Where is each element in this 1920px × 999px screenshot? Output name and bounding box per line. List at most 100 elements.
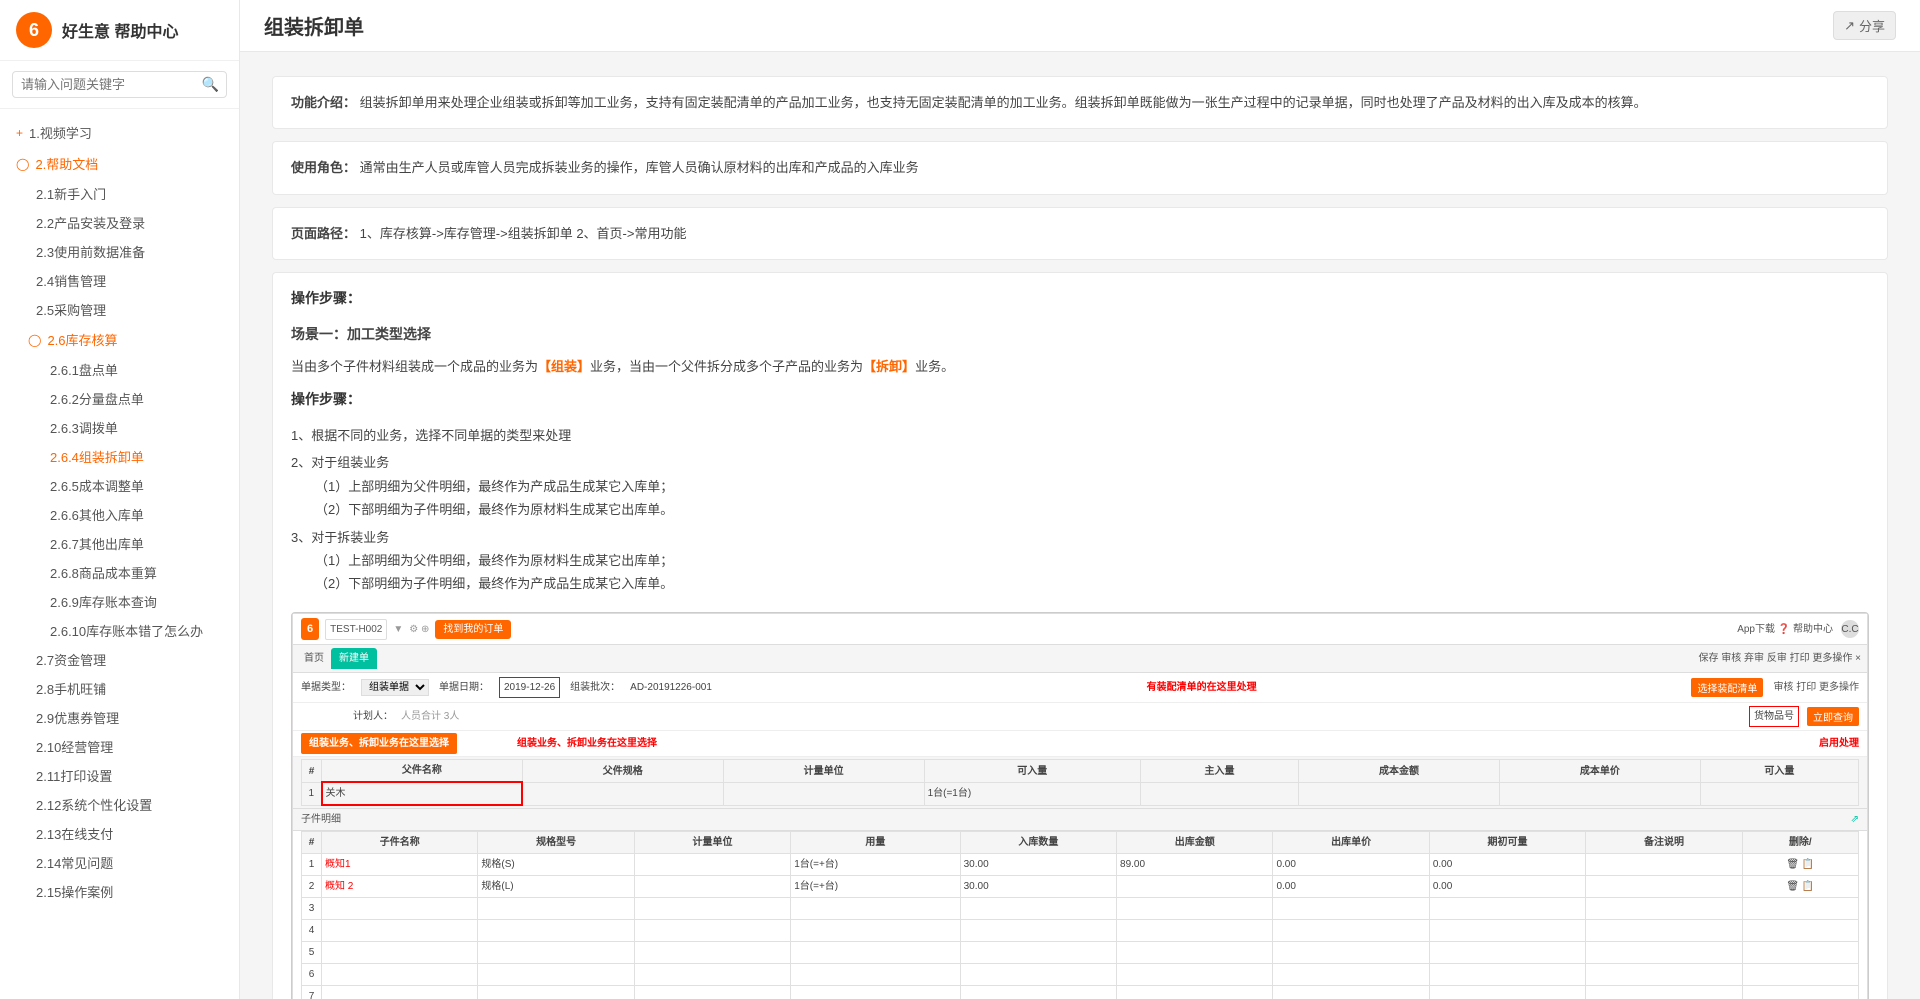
path-text: 1、库存核算->库存管理->组装拆卸单 2、首页->常用功能 (360, 226, 687, 241)
nav-sub-item-2-13[interactable]: 2.13在线支付 (0, 819, 239, 848)
mock-icons-area: ⚙ ⊕ (409, 621, 429, 638)
screenshot-container: 6 TEST-H002 ▼ ⚙ ⊕ 找到我的订单 App下载 ❓ 帮助中心 C.… (291, 612, 1869, 999)
ops-steps-subtitle: 操作步骤： (291, 388, 1869, 412)
logo-icon: 6 (16, 12, 52, 48)
mock-more-btn: 审核 打印 更多操作 (1773, 679, 1859, 696)
nav-item-2-6[interactable]: ◯ 2.6库存核算 2.6.1盘点单 2.6.2分量盘点单 2.6.3调拨单 2… (0, 324, 239, 645)
nav-sub-item-2-6-3[interactable]: 2.6.3调拨单 (0, 413, 239, 442)
func-intro-label: 功能介绍： (291, 95, 356, 110)
search-bar: 🔍 (0, 61, 239, 109)
search-input[interactable] (12, 71, 227, 98)
mock-batch-value: AD-20191226-001 (630, 679, 712, 696)
ann1-text: 有装配清单的在这里处理 (722, 679, 1682, 696)
mock-lower-table: # 子件名称 规格型号 计量单位 用量 入库数量 出库金额 出库单价 期初可量 (301, 831, 1859, 999)
nav-sub-item-2-15[interactable]: 2.15操作案例 (0, 877, 239, 906)
scene1-desc: 当由多个子件材料组装成一个成品的业务为【组装】业务，当由一个父件拆分成多个子产品… (291, 355, 1869, 378)
nav-sub-item-2-6-4[interactable]: 2.6.4组装拆卸单 (0, 442, 239, 471)
sidebar-header: 6 好生意 帮助中心 (0, 0, 239, 61)
ops-block: 操作步骤： 场景一：加工类型选择 当由多个子件材料组装成一个成品的业务为【组装】… (272, 272, 1888, 999)
nav-sub-item-2-6-6[interactable]: 2.6.6其他入库单 (0, 500, 239, 529)
role-label: 使用角色： (291, 160, 356, 175)
nav-sub-item-2-11[interactable]: 2.11打印设置 (0, 761, 239, 790)
ann2-text: 组装业务、拆卸业务在这里选择 (517, 735, 657, 752)
nav-sub-item-2-9[interactable]: 2.9优惠券管理 (0, 703, 239, 732)
nav-item-2[interactable]: ◯ 2.帮助文档 2.1新手入门 2.2产品安装及登录 2.3使用前数据准备 2… (0, 148, 239, 906)
role-text: 通常由生产人员或库管人员完成拆装业务的操作，库管人员确认原材料的出库和产成品的入… (360, 160, 919, 175)
path-block: 页面路径： 1、库存核算->库存管理->组装拆卸单 2、首页->常用功能 (272, 207, 1888, 260)
mock-date-label: 单据日期： (439, 679, 489, 696)
nav-sub-item-2-8[interactable]: 2.8手机旺铺 (0, 674, 239, 703)
nav-sub-item-2-7[interactable]: 2.7资金管理 (0, 645, 239, 674)
nav-label-2-6: 2.6库存核算 (47, 330, 117, 349)
func-intro-text: 组装拆卸单用来处理企业组装或拆卸等加工业务，支持有固定装配清单的产品加工业务，也… (360, 95, 1647, 110)
mock-search-btn[interactable]: 立即查询 (1807, 707, 1859, 726)
collapse-icon-2: ◯ (16, 157, 29, 171)
mock-upper-table: # 父件名称 父件规格 计量单位 可入量 主入量 成本金额 成本单价 可入量 (301, 759, 1859, 806)
ann3-text: 启用处理 (1819, 735, 1859, 752)
step3-sub2: （2）下部明细为子件明细，最终作为产成品生成某它入库单。 (291, 572, 1869, 595)
content-area: 功能介绍： 组装拆卸单用来处理企业组装或拆卸等加工业务，支持有固定装配清单的产品… (240, 52, 1920, 999)
mock-tab-new[interactable]: 新建单 (331, 648, 377, 669)
top-bar: 组装拆卸单 ↗ 分享 (240, 0, 1920, 52)
mock-add-row-btn[interactable]: ⇗ (1851, 811, 1859, 828)
nav-tree: + 1.视频学习 ◯ 2.帮助文档 2.1新手入门 2.2产品安装及登录 2.3… (0, 109, 239, 999)
mock-tab-ops: 保存 审核 弃审 反审 打印 更多操作 × (1698, 650, 1861, 667)
mock-date-value: 2019-12-26 (499, 677, 560, 698)
nav-item-1[interactable]: + 1.视频学习 (0, 117, 239, 148)
share-button[interactable]: ↗ 分享 (1833, 11, 1896, 40)
nav-sub-item-2-6-7[interactable]: 2.6.7其他出库单 (0, 529, 239, 558)
logo-text: 好生意 帮助中心 (62, 18, 178, 42)
role-block: 使用角色： 通常由生产人员或库管人员完成拆装业务的操作，库管人员确认原材料的出库… (272, 141, 1888, 194)
nav-sub-item-2-10[interactable]: 2.10经营管理 (0, 732, 239, 761)
sidebar: 6 好生意 帮助中心 🔍 + 1.视频学习 ◯ 2.帮助文档 2.1新手入门 2… (0, 0, 240, 999)
nav-sub-item-2-2[interactable]: 2.2产品安装及登录 (0, 208, 239, 237)
nav-sub-item-2-4[interactable]: 2.4销售管理 (0, 266, 239, 295)
share-icon: ↗ (1844, 18, 1855, 34)
mock-company: TEST-H002 (325, 619, 387, 640)
step2-sub2: （2）下部明细为子件明细，最终作为原材料生成某它出库单。 (291, 498, 1869, 521)
nav-label-2: 2.帮助文档 (35, 154, 98, 173)
path-label: 页面路径： (291, 226, 356, 241)
nav-sub-item-2-6-8[interactable]: 2.6.8商品成本重算 (0, 558, 239, 587)
mock-orange-btn: 找到我的订单 (435, 620, 511, 639)
nav-sub-item-2-6-9[interactable]: 2.6.9库存账本查询 (0, 587, 239, 616)
mock-avatar: C.C (1841, 620, 1859, 638)
step2: 2、对于组装业务 (291, 451, 1869, 474)
nav-sub-item-2-14[interactable]: 2.14常见问题 (0, 848, 239, 877)
mock-search-input[interactable]: 货物品号 (1749, 706, 1799, 727)
nav-label-1: 1.视频学习 (29, 123, 92, 142)
nav-sub-item-2-5[interactable]: 2.5采购管理 (0, 295, 239, 324)
mock-form-type-label: 单据类型： (301, 679, 351, 696)
mock-tab-home[interactable]: 首页 (299, 648, 329, 669)
mock-lower-section-label: 子件明细 (301, 811, 341, 828)
step1: 1、根据不同的业务，选择不同单据的类型来处理 (291, 424, 1869, 447)
nav-sub-item-2-12[interactable]: 2.12系统个性化设置 (0, 790, 239, 819)
highlight-disassemble: 【拆卸】 (863, 359, 915, 374)
mock-logo: 6 (301, 618, 319, 641)
nav-sub-item-2-3[interactable]: 2.3使用前数据准备 (0, 237, 239, 266)
ops-title: 操作步骤： (291, 287, 1869, 311)
mock-type-select[interactable]: 组装单据 (361, 679, 429, 696)
nav-sub-item-2-1[interactable]: 2.1新手入门 (0, 179, 239, 208)
mock-batch-label: 组装批次： (570, 679, 620, 696)
main-content: 组装拆卸单 ↗ 分享 功能介绍： 组装拆卸单用来处理企业组装或拆卸等加工业务，支… (240, 0, 1920, 999)
step2-sub1: （1）上部明细为父件明细，最终作为产成品生成某它入库单； (291, 475, 1869, 498)
highlight-assemble: 【组装】 (538, 359, 590, 374)
func-intro-block: 功能介绍： 组装拆卸单用来处理企业组装或拆卸等加工业务，支持有固定装配清单的产品… (272, 76, 1888, 129)
nav-sub-item-2-6-5[interactable]: 2.6.5成本调整单 (0, 471, 239, 500)
expand-icon-1: + (16, 126, 23, 140)
step3-sub1: （1）上部明细为父件明细，最终作为原材料生成某它出库单； (291, 549, 1869, 572)
nav-sub-item-2-6-10[interactable]: 2.6.10库存账本错了怎么办 (0, 616, 239, 645)
nav-sub-item-2-6-2[interactable]: 2.6.2分量盘点单 (0, 384, 239, 413)
mock-dropdown-icon: ▼ (393, 621, 403, 638)
share-label: 分享 (1859, 16, 1885, 35)
mock-section-label: 组装业务、拆卸业务在这里选择 (301, 733, 457, 754)
mock-sub-label: 计划人： (353, 708, 393, 725)
step3: 3、对于拆装业务 (291, 526, 1869, 549)
scene1-title: 场景一：加工类型选择 (291, 323, 1869, 347)
search-icon[interactable]: 🔍 (202, 76, 219, 93)
mock-app-icons: App下载 ❓ 帮助中心 (1737, 621, 1833, 638)
nav-sub-item-2-6-1[interactable]: 2.6.1盘点单 (0, 355, 239, 384)
mock-confirm-btn[interactable]: 选择装配清单 (1691, 678, 1763, 697)
collapse-icon-2-6: ◯ (28, 333, 41, 347)
